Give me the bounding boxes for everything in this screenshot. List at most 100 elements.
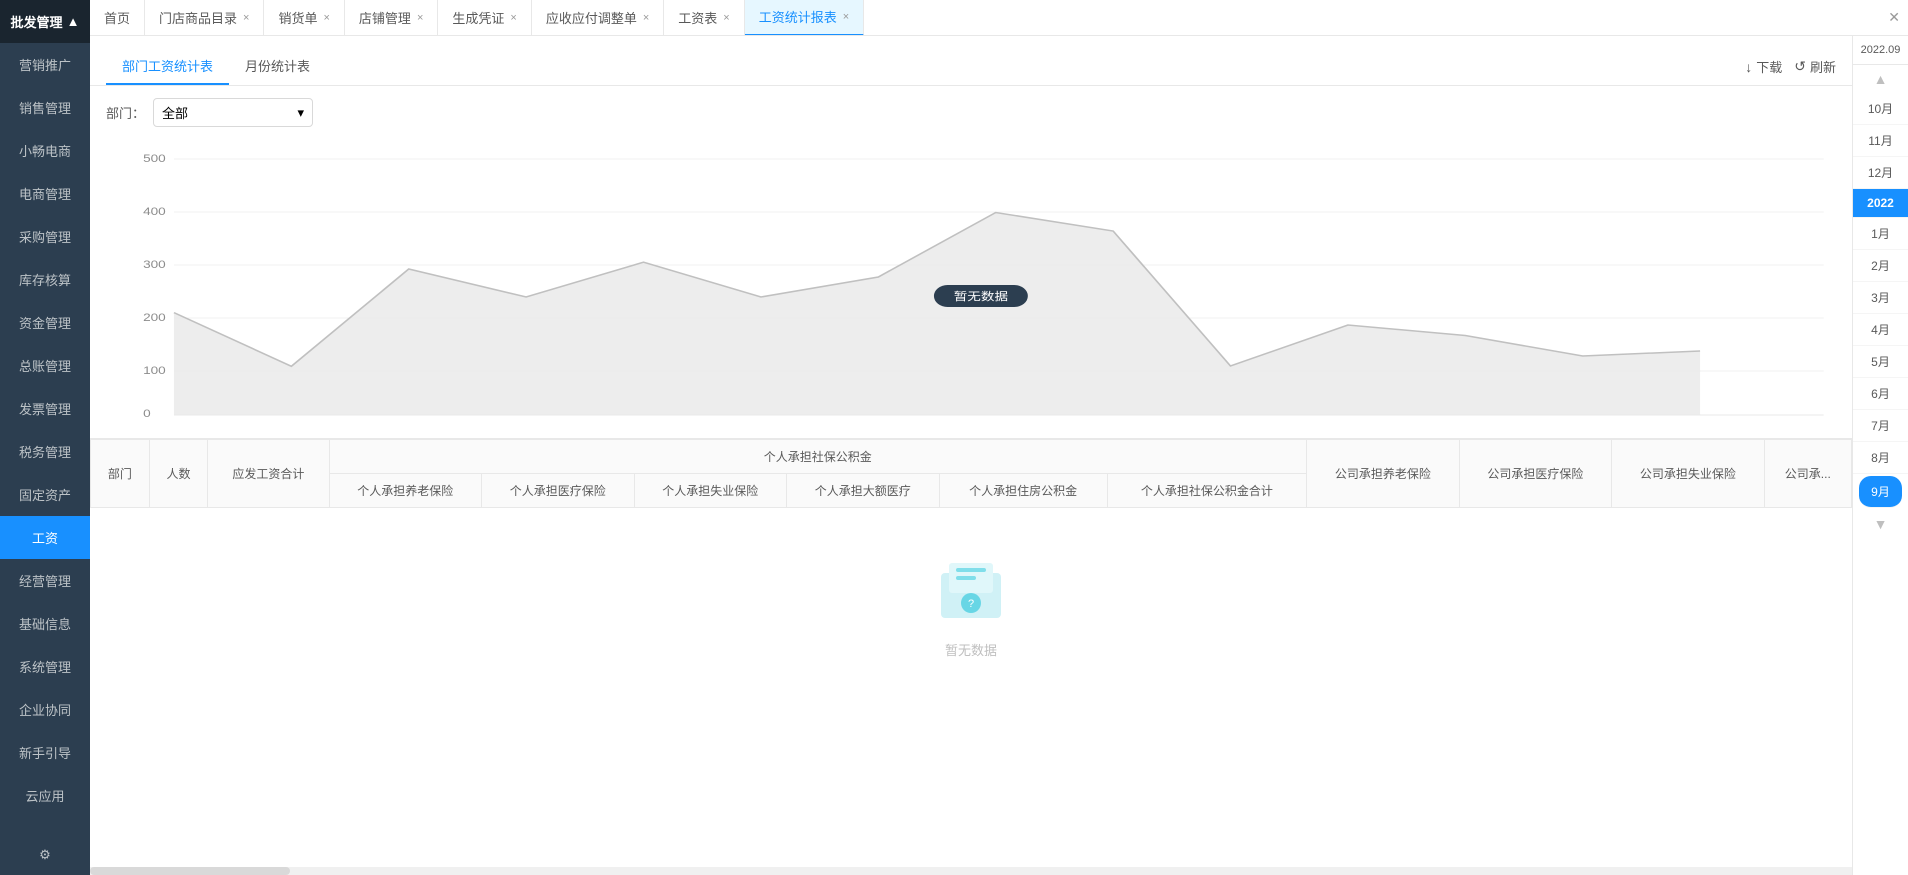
sidebar-settings-button[interactable]: ⚙: [0, 835, 90, 875]
sidebar-item-ecommerce[interactable]: 电商管理: [0, 172, 90, 215]
sidebar-title: 批发管理: [11, 12, 63, 31]
date-up-button[interactable]: ▲: [1853, 65, 1908, 93]
tab-sales-order[interactable]: 销货单 ×: [264, 0, 344, 36]
col-personal-extra-medical: 个人承担大额医疗: [787, 474, 940, 508]
tab-close-store-mgmt[interactable]: ×: [417, 12, 423, 24]
tab-ar-ap[interactable]: 应收应付调整单 ×: [532, 0, 664, 36]
date-mar[interactable]: 3月: [1853, 282, 1908, 314]
svg-text:暂无数据: 暂无数据: [954, 289, 1008, 302]
sidebar-item-operations[interactable]: 经营管理: [0, 559, 90, 602]
tab-close-sales-order[interactable]: ×: [323, 12, 329, 24]
tab-close-payroll[interactable]: ×: [723, 12, 729, 24]
date-apr[interactable]: 4月: [1853, 314, 1908, 346]
scroll-thumb[interactable]: [90, 867, 290, 875]
col-personal-total: 个人承担社保公积金合计: [1107, 474, 1306, 508]
sidebar-item-enterprise[interactable]: 企业协同: [0, 688, 90, 731]
download-button[interactable]: ↓ 下载: [1745, 57, 1782, 76]
sidebar-item-payroll[interactable]: 工资: [0, 516, 90, 559]
dept-filter-select[interactable]: 全部 ▾: [153, 98, 313, 127]
date-panel: 2022.09 ▲ 10月 11月 12月 2022 1月 2月 3月: [1852, 36, 1908, 875]
col-company-medical: 公司承担医疗保险: [1459, 440, 1612, 508]
sidebar-item-guide[interactable]: 新手引导: [0, 731, 90, 774]
sidebar-item-ledger[interactable]: 总账管理: [0, 344, 90, 387]
date-nov[interactable]: 11月: [1853, 125, 1908, 157]
download-icon: ↓: [1745, 59, 1752, 75]
sidebar-item-finance[interactable]: 资金管理: [0, 301, 90, 344]
col-personal-pension: 个人承担养老保险: [329, 474, 482, 508]
table-area: 部门 人数 应发工资合计 个人承担社保公积金 公司承担养老保险 公司承担医疗保险…: [90, 438, 1852, 867]
col-count: 人数: [149, 440, 208, 508]
empty-text: 暂无数据: [945, 640, 997, 659]
col-dept: 部门: [91, 440, 150, 508]
svg-text:?: ?: [968, 598, 974, 610]
svg-text:400: 400: [143, 205, 166, 217]
content-area: 部门工资统计表 月份统计表 ↓ 下载 ↺ 刷新: [90, 36, 1908, 875]
date-feb[interactable]: 2月: [1853, 250, 1908, 282]
svg-text:300: 300: [143, 258, 166, 270]
sidebar-item-tax[interactable]: 税务管理: [0, 430, 90, 473]
sidebar-header[interactable]: 批发管理 ▲: [0, 0, 90, 43]
svg-text:100: 100: [143, 364, 166, 376]
col-company-unemployment: 公司承担失业保险: [1612, 440, 1765, 508]
sub-tab-bar: 部门工资统计表 月份统计表 ↓ 下载 ↺ 刷新: [90, 36, 1852, 86]
close-all-icon[interactable]: ✕: [1888, 9, 1900, 26]
sub-tab-group: 部门工资统计表 月份统计表: [106, 48, 326, 85]
chevron-down-icon: ▾: [297, 105, 304, 121]
empty-state: ? 暂无数据: [90, 508, 1852, 699]
sub-tab-actions: ↓ 下载 ↺ 刷新: [1745, 57, 1836, 76]
date-year-marker: 2022: [1853, 189, 1908, 218]
tab-close-ar-ap[interactable]: ×: [643, 12, 649, 24]
sidebar-item-purchase[interactable]: 采购管理: [0, 215, 90, 258]
sidebar-item-ecommerce-small[interactable]: 小畅电商: [0, 129, 90, 172]
refresh-button[interactable]: ↺ 刷新: [1794, 57, 1836, 76]
dept-filter-label: 部门：: [106, 103, 145, 122]
sub-tab-monthly[interactable]: 月份统计表: [229, 48, 326, 85]
date-jan[interactable]: 1月: [1853, 218, 1908, 250]
sidebar-item-cloud[interactable]: 云应用: [0, 774, 90, 817]
date-jul[interactable]: 7月: [1853, 410, 1908, 442]
payroll-table: 部门 人数 应发工资合计 个人承担社保公积金 公司承担养老保险 公司承担医疗保险…: [90, 439, 1852, 508]
chart-svg: 500 400 300 200 100 0: [106, 147, 1836, 427]
date-oct[interactable]: 10月: [1853, 93, 1908, 125]
refresh-icon: ↺: [1794, 58, 1806, 75]
tab-close-payroll-report[interactable]: ×: [843, 11, 849, 23]
date-nav-header: 2022.09: [1853, 36, 1908, 65]
sidebar-item-invoice[interactable]: 发票管理: [0, 387, 90, 430]
date-may[interactable]: 5月: [1853, 346, 1908, 378]
date-year-label: 2022.09: [1861, 44, 1901, 56]
tab-home[interactable]: 首页: [90, 0, 145, 36]
filter-row: 部门： 全部 ▾: [90, 86, 1852, 139]
empty-illustration: ?: [931, 548, 1011, 628]
svg-text:200: 200: [143, 311, 166, 323]
tab-store-mgmt[interactable]: 店铺管理 ×: [345, 0, 438, 36]
date-sep-active[interactable]: 9月: [1859, 476, 1902, 508]
tab-close-voucher[interactable]: ×: [510, 12, 516, 24]
tab-bar: 首页 门店商品目录 × 销货单 × 店铺管理 × 生成凭证 × 应收应付调整单 …: [90, 0, 1908, 36]
tab-payroll-report[interactable]: 工资统计报表 ×: [745, 0, 864, 36]
main-panel: 部门工资统计表 月份统计表 ↓ 下载 ↺ 刷新: [90, 36, 1852, 875]
main-area: 首页 门店商品目录 × 销货单 × 店铺管理 × 生成凭证 × 应收应付调整单 …: [90, 0, 1908, 875]
chart-area: 500 400 300 200 100 0: [90, 139, 1852, 430]
col-company-pension: 公司承担养老保险: [1307, 440, 1460, 508]
date-dec[interactable]: 12月: [1853, 157, 1908, 189]
sidebar: 批发管理 ▲ 营销推广 销售管理 小畅电商 电商管理 采购管理 库存核算 资金管…: [0, 0, 90, 875]
date-aug[interactable]: 8月: [1853, 442, 1908, 474]
tab-voucher[interactable]: 生成凭证 ×: [438, 0, 531, 36]
sidebar-item-inventory[interactable]: 库存核算: [0, 258, 90, 301]
sidebar-item-marketing[interactable]: 营销推广: [0, 43, 90, 86]
sidebar-item-system[interactable]: 系统管理: [0, 645, 90, 688]
col-group-personal: 个人承担社保公积金: [329, 440, 1307, 474]
col-personal-unemployment: 个人承担失业保险: [634, 474, 787, 508]
date-jun[interactable]: 6月: [1853, 378, 1908, 410]
sub-tab-dept[interactable]: 部门工资统计表: [106, 48, 229, 85]
sidebar-item-basics[interactable]: 基础信息: [0, 602, 90, 645]
sidebar-item-sales[interactable]: 销售管理: [0, 86, 90, 129]
date-down-button[interactable]: ▼: [1853, 510, 1908, 538]
sidebar-item-assets[interactable]: 固定资产: [0, 473, 90, 516]
tab-payroll[interactable]: 工资表 ×: [664, 0, 744, 36]
col-personal-housing: 个人承担住房公积金: [939, 474, 1107, 508]
bottom-scrollbar[interactable]: [90, 867, 1852, 875]
tab-store-catalog[interactable]: 门店商品目录 ×: [145, 0, 264, 36]
tab-close-store-catalog[interactable]: ×: [243, 12, 249, 24]
col-personal-medical: 个人承担医疗保险: [482, 474, 635, 508]
